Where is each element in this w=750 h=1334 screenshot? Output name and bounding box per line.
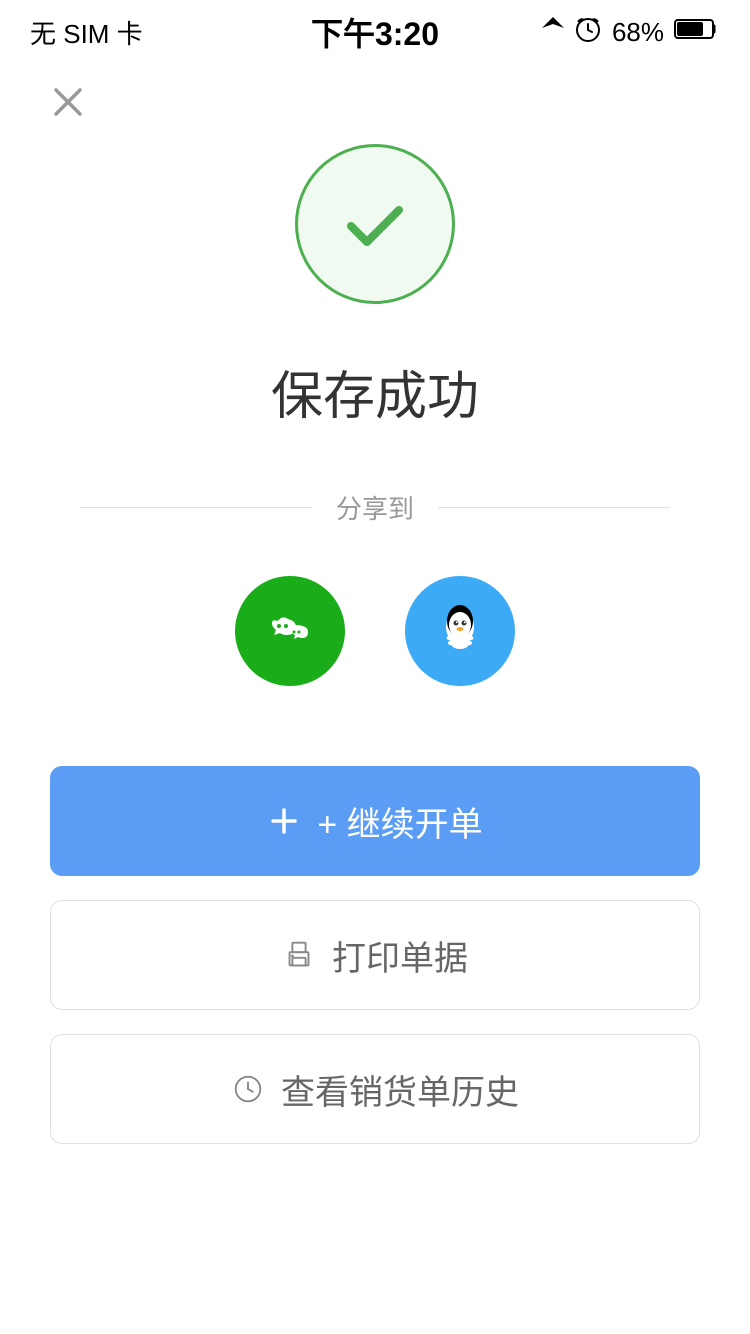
history-button[interactable]: 查看销货单历史 (50, 1034, 700, 1144)
battery-text: 68% (612, 17, 664, 48)
print-icon (282, 938, 316, 972)
divider-right (438, 507, 670, 508)
main-content: 保存成功 分享到 (0, 64, 750, 1334)
print-button[interactable]: 打印单据 (50, 900, 700, 1010)
qq-share-button[interactable] (405, 576, 515, 686)
location-icon (542, 16, 564, 49)
success-title: 保存成功 (271, 354, 479, 429)
close-button[interactable] (40, 74, 96, 130)
status-bar: 无 SIM 卡 下午3:20 68 (0, 0, 750, 64)
status-left: 无 SIM 卡 (30, 14, 153, 51)
share-divider: 分享到 (0, 489, 750, 526)
wechat-share-button[interactable] (235, 576, 345, 686)
history-label: 查看销货单历史 (281, 1065, 519, 1114)
print-label: 打印单据 (332, 931, 468, 980)
status-time: 下午3:20 (311, 9, 439, 55)
divider-left (80, 507, 312, 508)
alarm-icon (574, 15, 602, 50)
continue-order-label: + 继续开单 (317, 797, 482, 846)
success-icon-circle (295, 144, 455, 304)
history-icon (231, 1072, 265, 1106)
share-icons-row (235, 576, 515, 686)
plus-icon (267, 804, 301, 838)
battery-icon (674, 17, 720, 48)
carrier-text: 无 SIM 卡 (30, 14, 143, 51)
action-buttons: + 继续开单 打印单据 查看销货单历史 (0, 766, 750, 1144)
continue-order-button[interactable]: + 继续开单 (50, 766, 700, 876)
status-right: 68% (542, 15, 720, 50)
share-label: 分享到 (312, 489, 438, 526)
